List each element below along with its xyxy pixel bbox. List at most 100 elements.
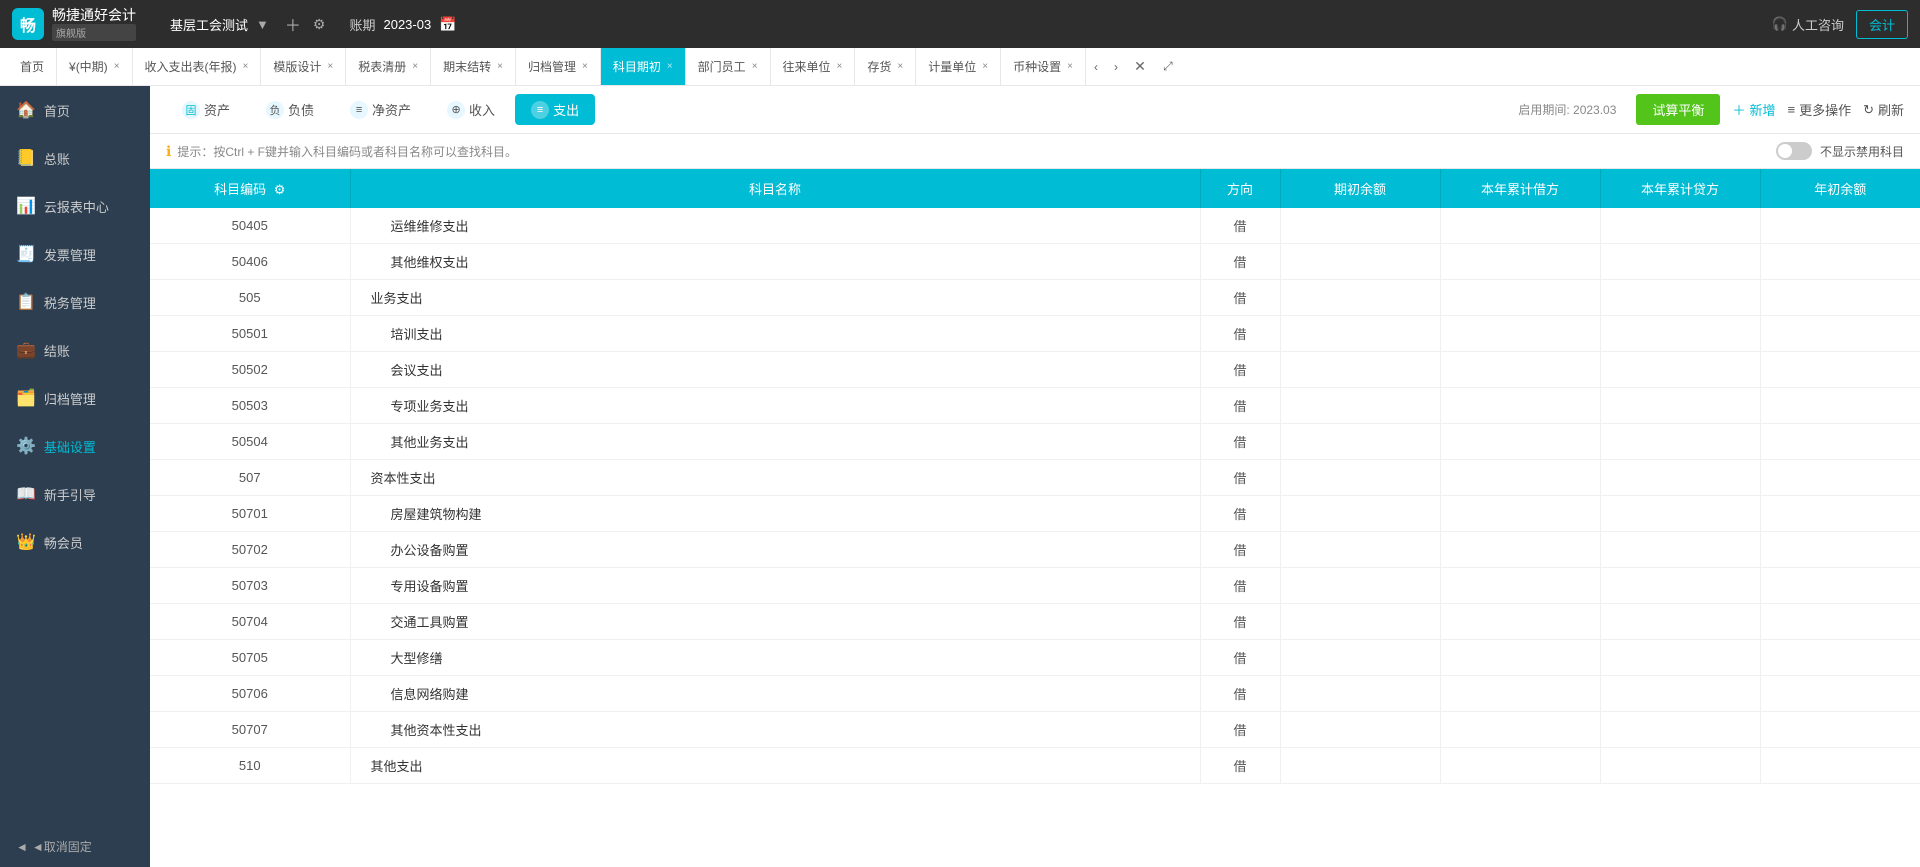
table-row[interactable]: 50504 其他业务支出 借: [150, 424, 1920, 460]
sub-tab-income[interactable]: ⊕ 收入: [431, 94, 511, 125]
table-container: 科目编码 ⚙ 科目名称 方向 期初余额 本年累计借方 本年累计贷方 年初余额 5…: [150, 169, 1920, 867]
sidebar-item-settings[interactable]: ⚙️ 基础设置: [0, 422, 150, 470]
tab-home[interactable]: 首页: [8, 48, 57, 86]
cell-ytd-opening: [1760, 568, 1920, 604]
table-row[interactable]: 50706 信息网络购建 借: [150, 676, 1920, 712]
cell-name: 交通工具购置: [350, 604, 1200, 640]
cell-ytd-credit: [1600, 712, 1760, 748]
refresh-button[interactable]: ↻ 刷新: [1863, 100, 1904, 119]
cell-code: 50701: [150, 496, 350, 532]
tab-archive-close[interactable]: ×: [582, 61, 588, 72]
sidebar-item-tax[interactable]: 📋 税务管理: [0, 278, 150, 326]
sidebar-collapse-button[interactable]: ◄ ◄取消固定: [0, 826, 150, 867]
company-dropdown-icon[interactable]: ▼: [256, 17, 269, 32]
table-row[interactable]: 50503 专项业务支出 借: [150, 388, 1920, 424]
tab-template-close[interactable]: ×: [327, 61, 333, 72]
sidebar-item-close[interactable]: 💼 结账: [0, 326, 150, 374]
cell-opening: [1280, 424, 1440, 460]
table-row[interactable]: 507 资本性支出 借: [150, 460, 1920, 496]
app-logo: 畅: [12, 8, 44, 40]
table-row[interactable]: 510 其他支出 借: [150, 748, 1920, 784]
tab-currency-close[interactable]: ×: [1067, 61, 1073, 72]
tab-stock-close[interactable]: ×: [897, 61, 903, 72]
sidebar-item-report[interactable]: 📊 云报表中心: [0, 182, 150, 230]
table-row[interactable]: 50405 运维维修支出 借: [150, 208, 1920, 244]
tab-dept[interactable]: 部门员工 ×: [686, 48, 771, 86]
calc-balance-button[interactable]: 试算平衡: [1636, 94, 1720, 125]
tab-bar: 首页 ¥(中期) × 收入支出表(年报) × 模版设计 × 税表清册 × 期末结…: [0, 48, 1920, 86]
add-button[interactable]: ＋ 新增: [1732, 100, 1775, 119]
tab-income[interactable]: 收入支出表(年报) ×: [133, 48, 262, 86]
tab-dept-close[interactable]: ×: [752, 61, 758, 72]
period-label: 账期: [349, 15, 375, 34]
sub-tab-expense[interactable]: ≡ 支出: [515, 94, 595, 125]
tab-subject[interactable]: 科目期初 ×: [601, 48, 686, 86]
tab-tax-close[interactable]: ×: [412, 61, 418, 72]
sidebar-item-ledger[interactable]: 📒 总账: [0, 134, 150, 182]
sidebar-item-guide[interactable]: 📖 新手引导: [0, 470, 150, 518]
cell-code: 510: [150, 748, 350, 784]
tab-unit[interactable]: 计量单位 ×: [916, 48, 1001, 86]
tab-subject-close[interactable]: ×: [667, 61, 673, 72]
tab-unit-close[interactable]: ×: [982, 61, 988, 72]
table-row[interactable]: 50502 会议支出 借: [150, 352, 1920, 388]
tab-next-button[interactable]: ›: [1106, 48, 1126, 86]
cell-opening: [1280, 316, 1440, 352]
sub-tab-asset[interactable]: 固 资产: [166, 94, 246, 125]
table-row[interactable]: 50704 交通工具购置 借: [150, 604, 1920, 640]
cell-direction: 借: [1200, 460, 1280, 496]
tab-income-close[interactable]: ×: [243, 61, 249, 72]
table-row[interactable]: 50705 大型修缮 借: [150, 640, 1920, 676]
cell-direction: 借: [1200, 676, 1280, 712]
cell-opening: [1280, 532, 1440, 568]
expense-tab-label: 支出: [553, 100, 579, 119]
tab-unit-label: 计量单位: [928, 58, 976, 75]
tab-currency[interactable]: 币种设置 ×: [1001, 48, 1086, 86]
tab-period-close[interactable]: ×: [114, 61, 120, 72]
tab-period[interactable]: ¥(中期) ×: [57, 48, 133, 86]
more-actions-button[interactable]: ≡ 更多操作: [1787, 100, 1851, 119]
tab-yearend-close[interactable]: ×: [497, 61, 503, 72]
tab-prev-button[interactable]: ‹: [1086, 48, 1106, 86]
service-button[interactable]: 🎧 人工咨询: [1772, 15, 1844, 34]
tab-tax[interactable]: 税表清册 ×: [346, 48, 431, 86]
table-row[interactable]: 50703 专用设备购置 借: [150, 568, 1920, 604]
sidebar-item-archive[interactable]: 🗂️ 归档管理: [0, 374, 150, 422]
column-settings-icon[interactable]: ⚙: [274, 182, 286, 197]
table-row[interactable]: 50406 其他维权支出 借: [150, 244, 1920, 280]
tab-vendor[interactable]: 往来单位 ×: [771, 48, 856, 86]
add-company-icon[interactable]: ＋: [285, 12, 301, 36]
cell-direction: 借: [1200, 280, 1280, 316]
sub-tab-liability[interactable]: 负 负债: [250, 94, 330, 125]
company-name[interactable]: 基层工会测试: [170, 15, 248, 34]
sidebar-item-invoice[interactable]: 🧾 发票管理: [0, 230, 150, 278]
cell-ytd-credit: [1600, 424, 1760, 460]
cell-code: 50704: [150, 604, 350, 640]
table-row[interactable]: 50501 培训支出 借: [150, 316, 1920, 352]
cell-ytd-opening: [1760, 604, 1920, 640]
table-row[interactable]: 50707 其他资本性支出 借: [150, 712, 1920, 748]
sidebar-item-home[interactable]: 🏠 首页: [0, 86, 150, 134]
table-row[interactable]: 50701 房屋建筑物构建 借: [150, 496, 1920, 532]
tab-currency-label: 币种设置: [1013, 58, 1061, 75]
settings-icon[interactable]: ⚙: [313, 16, 326, 33]
disable-toggle[interactable]: [1776, 142, 1812, 160]
more-icon: ≡: [1787, 102, 1795, 117]
tab-stock[interactable]: 存货 ×: [855, 48, 916, 86]
sub-tab-netasset[interactable]: ≡ 净资产: [334, 94, 427, 125]
cell-direction: 借: [1200, 604, 1280, 640]
table-row[interactable]: 505 业务支出 借: [150, 280, 1920, 316]
tab-expand-button[interactable]: ⤢: [1154, 48, 1182, 86]
cell-name: 资本性支出: [350, 460, 1200, 496]
tab-yearend[interactable]: 期末结转 ×: [431, 48, 516, 86]
calendar-icon[interactable]: 📅: [439, 16, 456, 33]
tab-archive[interactable]: 归档管理 ×: [516, 48, 601, 86]
account-button[interactable]: 会计: [1856, 10, 1908, 39]
table-row[interactable]: 50702 办公设备购置 借: [150, 532, 1920, 568]
tab-template[interactable]: 模版设计 ×: [261, 48, 346, 86]
tab-close-all-button[interactable]: ✕: [1126, 48, 1154, 86]
sidebar-item-member[interactable]: 👑 畅会员: [0, 518, 150, 566]
tab-vendor-close[interactable]: ×: [837, 61, 843, 72]
cell-code: 50406: [150, 244, 350, 280]
sidebar-settings-label: 基础设置: [44, 437, 96, 456]
